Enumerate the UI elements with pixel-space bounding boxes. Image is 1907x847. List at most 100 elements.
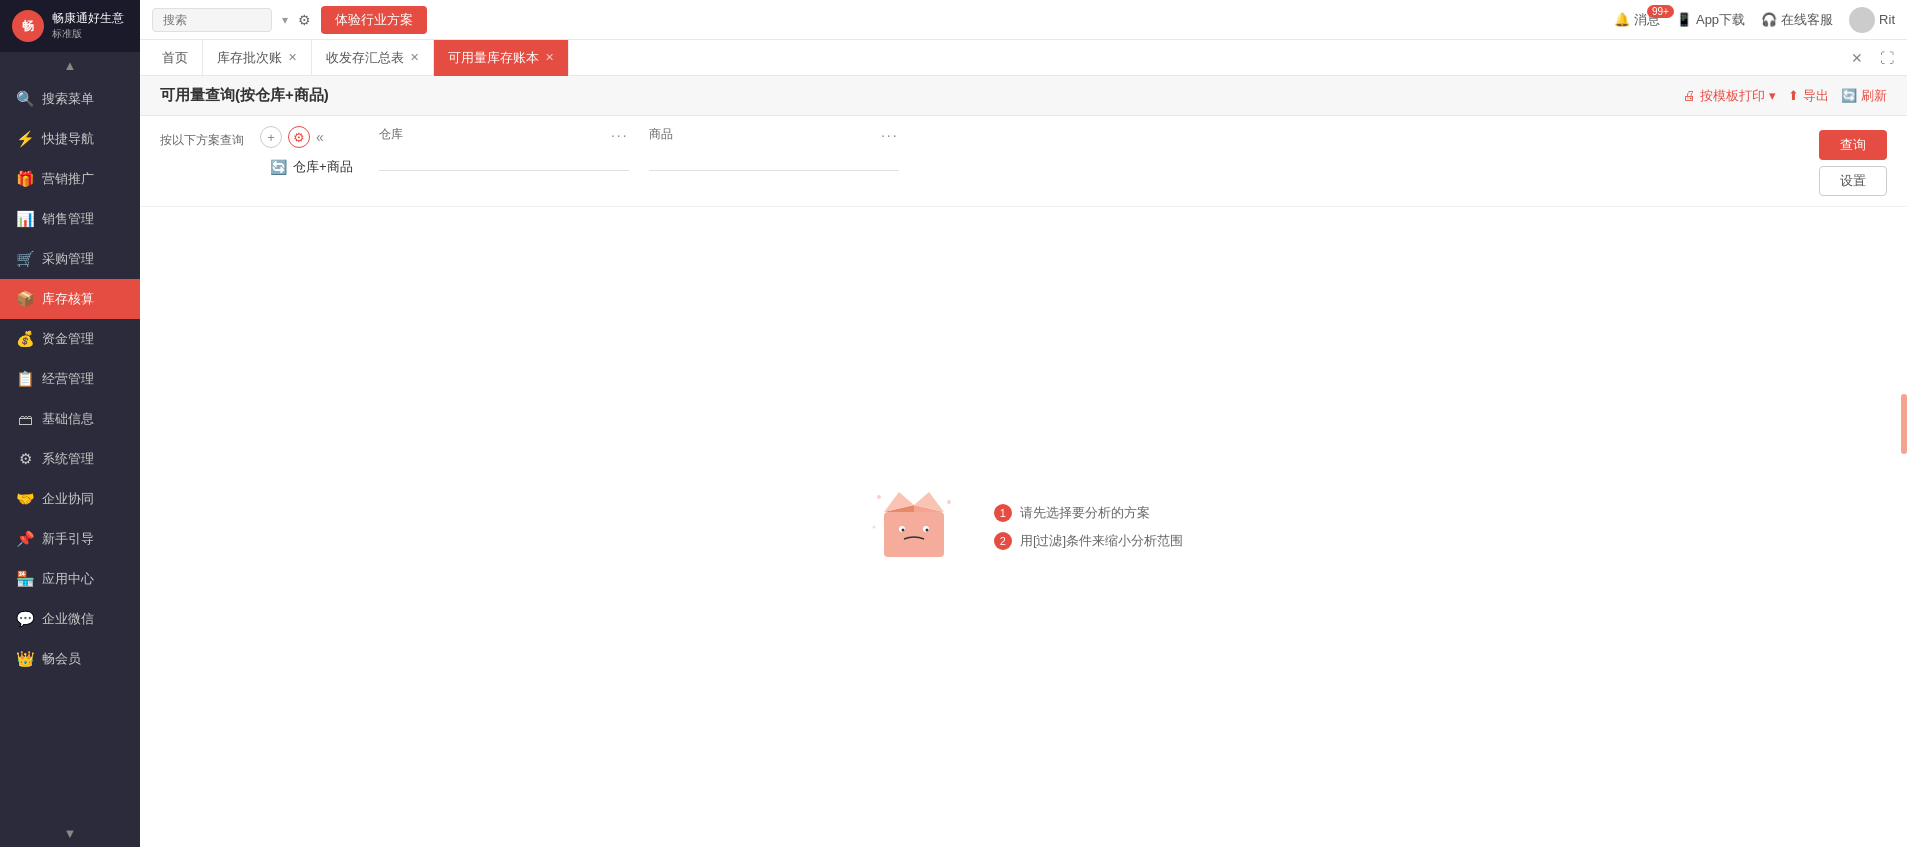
page-content: 可用量查询(按仓库+商品) 🖨 按模板打印 ▾ ⬆ 导出 🔄 刷新 按以下方 xyxy=(140,76,1907,847)
filter-fields: 仓库 ··· 商品 ··· xyxy=(379,126,1803,171)
settings-icon[interactable]: ⚙ xyxy=(298,12,311,28)
export-button[interactable]: ⬆ 导出 xyxy=(1788,87,1829,105)
tip-num-2: 2 xyxy=(994,532,1012,550)
warehouse-more-icon[interactable]: ··· xyxy=(611,127,629,143)
industry-solution-button[interactable]: 体验行业方案 xyxy=(321,6,427,34)
sidebar-item-sales[interactable]: 📊 销售管理 xyxy=(0,199,140,239)
goods-input[interactable] xyxy=(649,147,899,171)
sidebar-item-search[interactable]: 🔍 搜索菜单 xyxy=(0,79,140,119)
sidebar-item-finance[interactable]: 💰 资金管理 xyxy=(0,319,140,359)
sidebar-item-member[interactable]: 👑 畅会员 xyxy=(0,639,140,679)
avatar xyxy=(1849,7,1875,33)
close-window-button[interactable]: ✕ xyxy=(1845,46,1869,70)
inventory-icon: 📦 xyxy=(16,290,34,308)
app-download-button[interactable]: 📱 App下载 xyxy=(1676,11,1745,29)
empty-tip-1: 1 请先选择要分析的方案 xyxy=(994,504,1183,522)
empty-state: 1 请先选择要分析的方案 2 用[过滤]条件来缩小分析范围 xyxy=(140,207,1907,847)
empty-tip-2: 2 用[过滤]条件来缩小分析范围 xyxy=(994,532,1183,550)
sidebar-title: 畅康通好生意 xyxy=(52,11,124,27)
refresh-icon: 🔄 xyxy=(1841,88,1857,103)
sidebar-scroll-down[interactable]: ▼ xyxy=(0,820,140,847)
refresh-button[interactable]: 🔄 刷新 xyxy=(1841,87,1887,105)
bell-icon: 🔔 xyxy=(1614,12,1630,27)
empty-tips: 1 请先选择要分析的方案 2 用[过滤]条件来缩小分析范围 xyxy=(994,504,1183,550)
filter-settings-button[interactable]: 设置 xyxy=(1819,166,1887,196)
filter-field-warehouse: 仓库 ··· xyxy=(379,126,629,171)
query-actions: 查询 设置 xyxy=(1819,126,1887,196)
query-button[interactable]: 查询 xyxy=(1819,130,1887,160)
apps-icon: 🏪 xyxy=(16,570,34,588)
marketing-icon: 🎁 xyxy=(16,170,34,188)
sidebar-item-apps[interactable]: 🏪 应用中心 xyxy=(0,559,140,599)
tab-close-batch[interactable]: ✕ xyxy=(288,51,297,64)
topbar: ▾ ⚙ 体验行业方案 🔔 消息 99+ 📱 App下载 🎧 在线客服 Rit xyxy=(140,0,1907,40)
tip-num-1: 1 xyxy=(994,504,1012,522)
edit-scheme-button[interactable]: ⚙ xyxy=(288,126,310,148)
print-icon: 🖨 xyxy=(1683,88,1696,103)
notice-button[interactable]: 🔔 消息 99+ xyxy=(1614,11,1660,29)
tab-close-available[interactable]: ✕ xyxy=(545,51,554,64)
search-input[interactable] xyxy=(152,8,272,32)
dropdown-chevron-icon[interactable]: ▾ xyxy=(282,13,288,27)
svg-point-10 xyxy=(947,500,951,504)
sidebar-nav: 🔍 搜索菜单 ⚡ 快捷导航 🎁 营销推广 📊 销售管理 🛒 采购管理 📦 库存核… xyxy=(0,79,140,820)
tabs-bar: 首页 库存批次账 ✕ 收发存汇总表 ✕ 可用量库存账本 ✕ ✕ ⛶ xyxy=(140,40,1907,76)
sidebar-logo: 畅 xyxy=(12,10,44,42)
right-scrollbar[interactable] xyxy=(1901,394,1907,454)
sidebar: 畅 畅康通好生意 标准版 ▲ 🔍 搜索菜单 ⚡ 快捷导航 🎁 营销推广 📊 销售… xyxy=(0,0,140,847)
collapse-button[interactable]: « xyxy=(316,129,324,145)
filter-label: 按以下方案查询 xyxy=(160,126,244,149)
sidebar-item-shortcut[interactable]: ⚡ 快捷导航 xyxy=(0,119,140,159)
window-controls: ✕ ⛶ xyxy=(1845,46,1899,70)
page-title: 可用量查询(按仓库+商品) xyxy=(160,86,329,105)
system-icon: ⚙ xyxy=(16,450,34,468)
page-header-actions: 🖨 按模板打印 ▾ ⬆ 导出 🔄 刷新 xyxy=(1683,87,1887,105)
sidebar-subtitle: 标准版 xyxy=(52,27,124,41)
goods-more-icon[interactable]: ··· xyxy=(881,127,899,143)
warehouse-input[interactable] xyxy=(379,147,629,171)
sidebar-item-enterprise[interactable]: 🤝 企业协同 xyxy=(0,479,140,519)
tab-batch[interactable]: 库存批次账 ✕ xyxy=(203,40,312,76)
warehouse-field-header: 仓库 ··· xyxy=(379,126,629,143)
headset-icon: 🎧 xyxy=(1761,12,1777,27)
scheme-actions: + ⚙ « xyxy=(260,126,363,148)
tab-summary[interactable]: 收发存汇总表 ✕ xyxy=(312,40,434,76)
tab-close-summary[interactable]: ✕ xyxy=(410,51,419,64)
search-icon: 🔍 xyxy=(16,90,34,108)
guide-icon: 📌 xyxy=(16,530,34,548)
print-button[interactable]: 🖨 按模板打印 ▾ xyxy=(1683,87,1776,105)
main-area: ▾ ⚙ 体验行业方案 🔔 消息 99+ 📱 App下载 🎧 在线客服 Rit xyxy=(140,0,1907,847)
service-button[interactable]: 🎧 在线客服 xyxy=(1761,11,1833,29)
sidebar-item-operations[interactable]: 📋 经营管理 xyxy=(0,359,140,399)
tab-available[interactable]: 可用量库存账本 ✕ xyxy=(434,40,569,76)
svg-point-8 xyxy=(925,529,928,532)
sidebar-item-purchase[interactable]: 🛒 采购管理 xyxy=(0,239,140,279)
print-dropdown-icon: ▾ xyxy=(1769,88,1776,103)
add-scheme-button[interactable]: + xyxy=(260,126,282,148)
maximize-window-button[interactable]: ⛶ xyxy=(1875,46,1899,70)
sales-icon: 📊 xyxy=(16,210,34,228)
svg-point-7 xyxy=(901,529,904,532)
tab-home[interactable]: 首页 xyxy=(148,40,203,76)
scheme-icon: 🔄 xyxy=(270,159,287,175)
filter-field-goods: 商品 ··· xyxy=(649,126,899,171)
sidebar-header: 畅 畅康通好生意 标准版 xyxy=(0,0,140,52)
goods-label: 商品 xyxy=(649,126,673,143)
sidebar-item-inventory[interactable]: 📦 库存核算 xyxy=(0,279,140,319)
sidebar-item-weixin[interactable]: 💬 企业微信 xyxy=(0,599,140,639)
user-profile-button[interactable]: Rit xyxy=(1849,7,1895,33)
scheme-warehouse-goods[interactable]: 🔄 仓库+商品 xyxy=(260,154,363,180)
empty-illustration xyxy=(864,477,964,577)
shortcut-icon: ⚡ xyxy=(16,130,34,148)
sidebar-item-guide[interactable]: 📌 新手引导 xyxy=(0,519,140,559)
topbar-right: 🔔 消息 99+ 📱 App下载 🎧 在线客服 Rit xyxy=(1614,7,1895,33)
enterprise-icon: 🤝 xyxy=(16,490,34,508)
mobile-icon: 📱 xyxy=(1676,12,1692,27)
sidebar-item-system[interactable]: ⚙ 系统管理 xyxy=(0,439,140,479)
sidebar-item-basic[interactable]: 🗃 基础信息 xyxy=(0,399,140,439)
member-icon: 👑 xyxy=(16,650,34,668)
weixin-icon: 💬 xyxy=(16,610,34,628)
sidebar-item-marketing[interactable]: 🎁 营销推广 xyxy=(0,159,140,199)
filter-bar: 按以下方案查询 + ⚙ « 🔄 仓库+商品 仓库 ··· xyxy=(140,116,1907,207)
sidebar-scroll-up[interactable]: ▲ xyxy=(0,52,140,79)
